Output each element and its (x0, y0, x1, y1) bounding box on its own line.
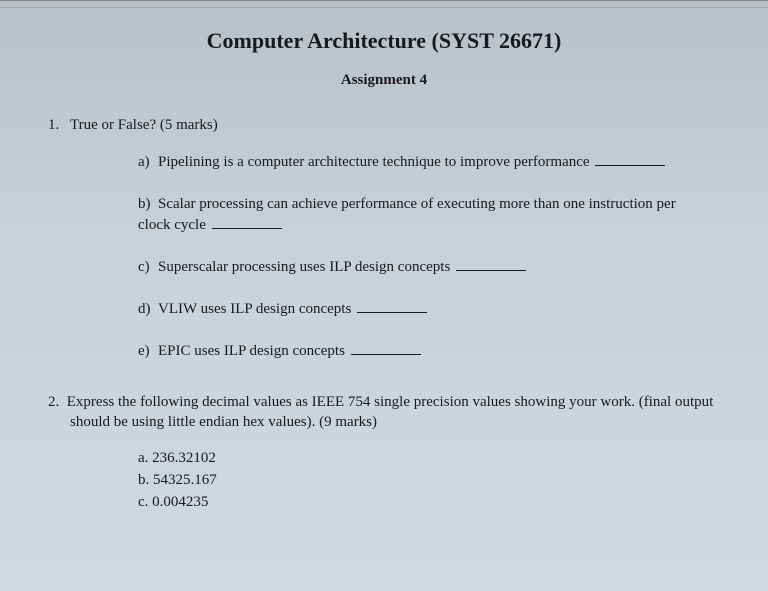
q1-e-text: EPIC uses ILP design concepts (158, 343, 345, 359)
q1-d-label: d) (138, 299, 158, 319)
doc-subtitle: Assignment 4 (48, 72, 720, 89)
doc-title: Computer Architecture (SYST 26671) (48, 28, 720, 54)
q1-a-label: a) (138, 152, 158, 172)
q1-item-e: e)EPIC uses ILP design concepts (138, 341, 700, 361)
q2-prompt: Express the following decimal values as … (67, 394, 714, 430)
q1-item-a: a)Pipelining is a computer architecture … (138, 152, 700, 172)
question-2: 2. Express the following decimal values … (48, 392, 720, 433)
q1-c-label: c) (138, 257, 158, 277)
q1-d-text: VLIW uses ILP design concepts (158, 301, 351, 317)
q1-d-blank (357, 312, 427, 313)
q1-e-label: e) (138, 341, 158, 361)
q1-number: 1. (48, 117, 70, 134)
q2-value-c: c. 0.004235 (138, 492, 720, 514)
q2-a-value: 236.32102 (152, 450, 216, 466)
q1-item-b: b)Scalar processing can achieve performa… (138, 194, 700, 235)
q1-items: a)Pipelining is a computer architecture … (138, 152, 700, 362)
q2-a-label: a. (138, 450, 148, 466)
q1-c-blank (456, 270, 526, 271)
q2-value-b: b. 54325.167 (138, 470, 720, 492)
page-top-border (0, 0, 768, 8)
q1-item-d: d)VLIW uses ILP design concepts (138, 299, 700, 319)
q1-e-blank (351, 354, 421, 355)
q1-b-label: b) (138, 194, 158, 214)
q1-item-c: c)Superscalar processing uses ILP design… (138, 257, 700, 277)
q2-b-value: 54325.167 (153, 472, 217, 488)
question-1: 1.True or False? (5 marks) (48, 117, 720, 134)
q2-b-label: b. (138, 472, 149, 488)
q2-values: a. 236.32102 b. 54325.167 c. 0.004235 (138, 448, 720, 513)
q1-prompt: True or False? (5 marks) (70, 117, 218, 133)
q1-c-text: Superscalar processing uses ILP design c… (158, 259, 450, 275)
q1-b-blank (212, 228, 282, 229)
q2-c-label: c. (138, 494, 148, 510)
q1-a-text: Pipelining is a computer architecture te… (158, 154, 590, 170)
document-page: Computer Architecture (SYST 26671) Assig… (0, 0, 768, 533)
q1-a-blank (595, 165, 665, 166)
q2-number: 2. (48, 394, 59, 410)
q2-c-value: 0.004235 (152, 494, 208, 510)
q2-value-a: a. 236.32102 (138, 448, 720, 470)
